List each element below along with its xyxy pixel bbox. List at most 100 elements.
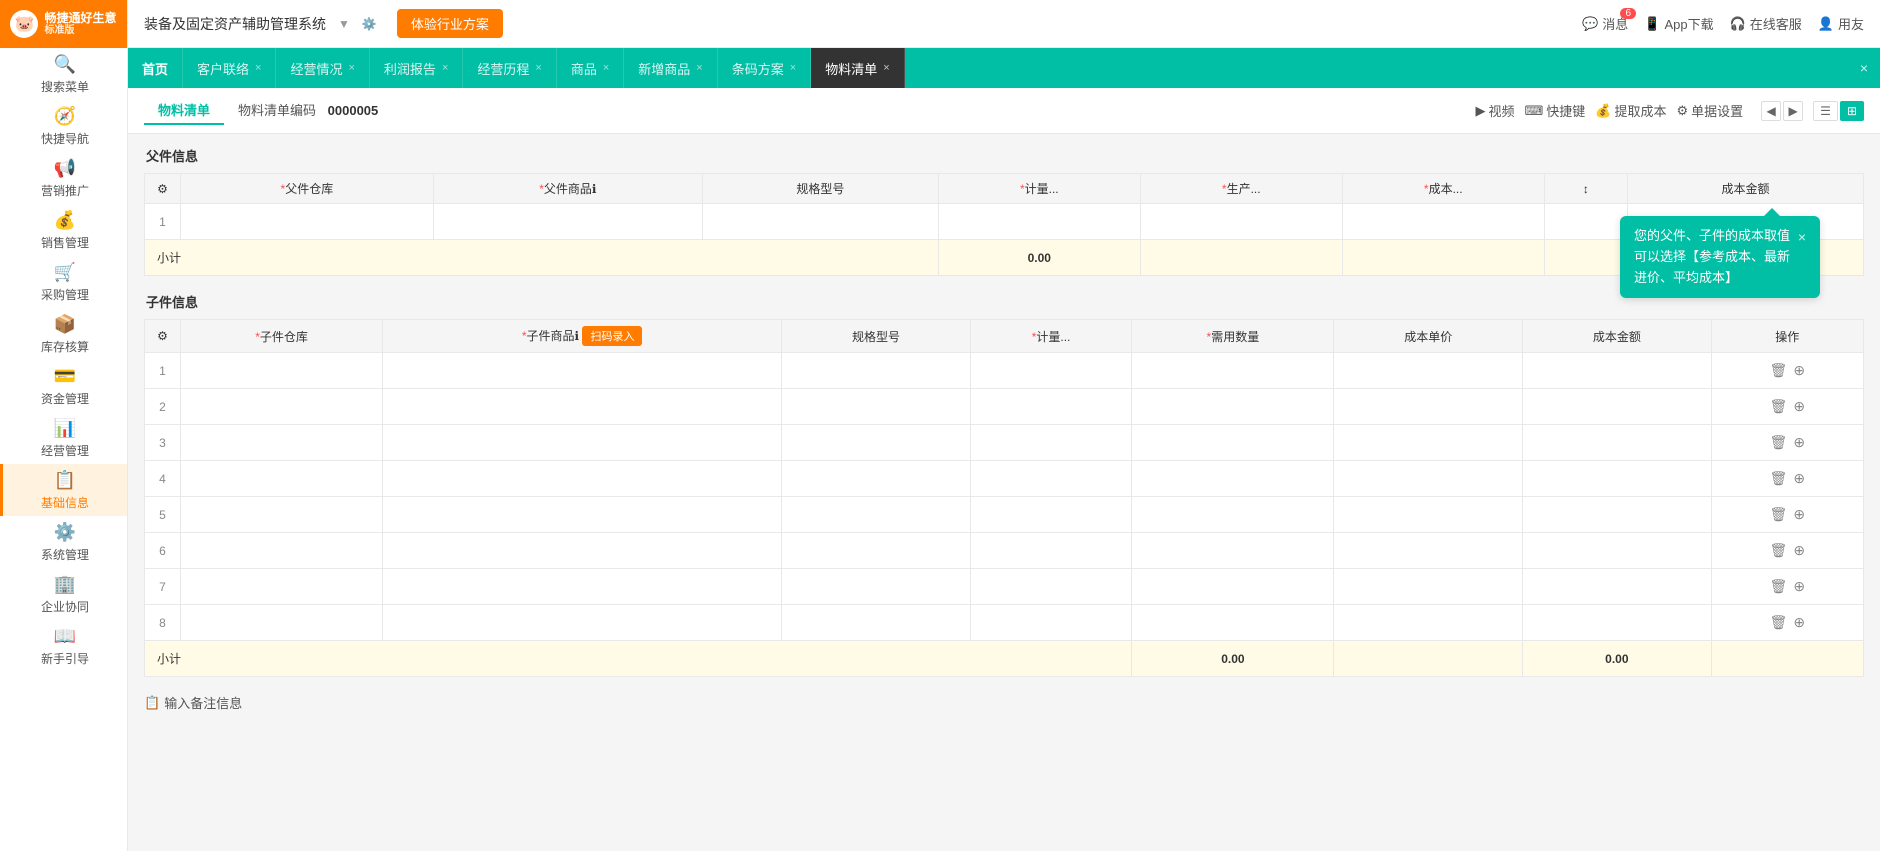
list-view-btn[interactable]: ☰ <box>1813 101 1838 121</box>
nav-tab-close-barcode[interactable]: × <box>790 62 796 74</box>
child-row-warehouse-3[interactable] <box>181 425 383 461</box>
sub-tab-bom-list[interactable]: 物料清单 <box>144 96 224 125</box>
child-row-spec-6[interactable] <box>782 533 971 569</box>
child-row-spec-2[interactable] <box>782 389 971 425</box>
nav-tab-close-operations[interactable]: × <box>348 62 354 74</box>
child-row-unit-price-1[interactable] <box>1334 353 1523 389</box>
copy-icon-4[interactable]: ⊕ <box>1793 470 1805 487</box>
child-row-goods-6[interactable] <box>383 533 782 569</box>
close-all-tabs-btn[interactable]: × <box>1848 60 1880 76</box>
child-row-quantity-7[interactable] <box>1132 569 1334 605</box>
nav-tab-close-customer[interactable]: × <box>255 62 261 74</box>
sidebar-item-search[interactable]: 🔍 搜索菜单 <box>0 48 127 100</box>
child-row-unit-price-3[interactable] <box>1334 425 1523 461</box>
child-row-spec-1[interactable] <box>782 353 971 389</box>
child-row-quantity-4[interactable] <box>1132 461 1334 497</box>
app-download-btn[interactable]: 📱 App下载 <box>1644 14 1713 33</box>
copy-icon-7[interactable]: ⊕ <box>1793 578 1805 595</box>
copy-icon-5[interactable]: ⊕ <box>1793 506 1805 523</box>
child-row-unit-3[interactable] <box>970 425 1132 461</box>
child-row-quantity-2[interactable] <box>1132 389 1334 425</box>
child-row-quantity-5[interactable] <box>1132 497 1334 533</box>
next-btn[interactable]: ▶ <box>1783 101 1803 121</box>
child-row-goods-4[interactable] <box>383 461 782 497</box>
child-row-quantity-1[interactable] <box>1132 353 1334 389</box>
child-row-goods-5[interactable] <box>383 497 782 533</box>
online-service-btn[interactable]: 🎧 在线客服 <box>1730 14 1802 33</box>
child-row-warehouse-4[interactable] <box>181 461 383 497</box>
child-row-goods-7[interactable] <box>383 569 782 605</box>
child-row-spec-3[interactable] <box>782 425 971 461</box>
child-row-goods-1[interactable] <box>383 353 782 389</box>
sidebar-item-quicknav[interactable]: 🧭 快捷导航 <box>0 100 127 152</box>
child-row-spec-4[interactable] <box>782 461 971 497</box>
nav-tab-profit[interactable]: 利润报告× <box>370 48 463 88</box>
parent-row-production-1[interactable] <box>1140 204 1342 240</box>
prev-btn[interactable]: ◀ <box>1761 101 1781 121</box>
child-row-warehouse-2[interactable] <box>181 389 383 425</box>
child-row-warehouse-8[interactable] <box>181 605 383 641</box>
delete-icon-8[interactable]: 🗑 <box>1770 614 1788 631</box>
child-row-unit-5[interactable] <box>970 497 1132 533</box>
parent-row-cost-1[interactable] <box>1342 204 1544 240</box>
sidebar-item-purchase[interactable]: 🛒 采购管理 <box>0 256 127 308</box>
child-row-warehouse-5[interactable] <box>181 497 383 533</box>
sidebar-item-guide[interactable]: 📖 新手引导 <box>0 620 127 672</box>
child-row-unit-8[interactable] <box>970 605 1132 641</box>
child-row-spec-7[interactable] <box>782 569 971 605</box>
child-row-warehouse-6[interactable] <box>181 533 383 569</box>
child-row-unit-6[interactable] <box>970 533 1132 569</box>
note-btn[interactable]: 📋 输入备注信息 <box>144 693 1864 712</box>
child-th-settings[interactable]: ⚙ <box>145 320 181 353</box>
copy-icon-3[interactable]: ⊕ <box>1793 434 1805 451</box>
child-row-unit-price-2[interactable] <box>1334 389 1523 425</box>
nav-tab-close-profit[interactable]: × <box>442 62 448 74</box>
delete-icon-6[interactable]: 🗑 <box>1770 542 1788 559</box>
nav-tab-close-bom[interactable]: × <box>883 62 889 74</box>
nav-tab-home[interactable]: 首页 <box>128 48 183 88</box>
scan-btn[interactable]: 扫码录入 <box>582 326 642 346</box>
child-row-quantity-3[interactable] <box>1132 425 1334 461</box>
nav-tab-new_goods[interactable]: 新增商品× <box>624 48 717 88</box>
parent-row-spec-1[interactable] <box>703 204 939 240</box>
shortcut-btn[interactable]: ⌨ 快捷键 <box>1525 101 1586 120</box>
child-row-warehouse-7[interactable] <box>181 569 383 605</box>
video-btn[interactable]: ▶ 视频 <box>1476 101 1515 120</box>
child-row-quantity-6[interactable] <box>1132 533 1334 569</box>
sidebar-item-system[interactable]: ⚙️ 系统管理 <box>0 516 127 568</box>
delete-icon-1[interactable]: 🗑 <box>1770 362 1788 379</box>
child-row-unit-2[interactable] <box>970 389 1132 425</box>
parent-row-unit-1[interactable] <box>938 204 1140 240</box>
child-row-goods-8[interactable] <box>383 605 782 641</box>
sidebar-item-operations[interactable]: 📊 经营管理 <box>0 412 127 464</box>
copy-icon-6[interactable]: ⊕ <box>1793 542 1805 559</box>
grid-view-btn[interactable]: ⊞ <box>1840 101 1864 121</box>
nav-tab-barcode[interactable]: 条码方案× <box>718 48 811 88</box>
user-btn[interactable]: 👤 用友 <box>1818 14 1864 33</box>
sidebar-item-inventory[interactable]: 📦 库存核算 <box>0 308 127 360</box>
copy-icon-2[interactable]: ⊕ <box>1793 398 1805 415</box>
nav-tab-close-goods[interactable]: × <box>603 62 609 74</box>
child-row-unit-4[interactable] <box>970 461 1132 497</box>
nav-tab-operations[interactable]: 经营情况× <box>276 48 369 88</box>
child-row-unit-price-4[interactable] <box>1334 461 1523 497</box>
delete-icon-5[interactable]: 🗑 <box>1770 506 1788 523</box>
child-row-goods-3[interactable] <box>383 425 782 461</box>
nav-tab-close-new_goods[interactable]: × <box>696 62 702 74</box>
delete-icon-7[interactable]: 🗑 <box>1770 578 1788 595</box>
sub-tab-bom-code[interactable]: 物料清单编码 0000005 <box>224 96 392 125</box>
sidebar-item-basic[interactable]: 📋 基础信息 <box>0 464 127 516</box>
delete-icon-4[interactable]: 🗑 <box>1770 470 1788 487</box>
child-row-unit-7[interactable] <box>970 569 1132 605</box>
child-row-goods-2[interactable] <box>383 389 782 425</box>
child-row-unit-price-6[interactable] <box>1334 533 1523 569</box>
copy-icon-8[interactable]: ⊕ <box>1793 614 1805 631</box>
message-btn[interactable]: 💬 消息 6 <box>1582 14 1628 33</box>
child-row-unit-1[interactable] <box>970 353 1132 389</box>
bill-settings-btn[interactable]: ⚙ 单据设置 <box>1677 101 1744 120</box>
nav-tab-close-history[interactable]: × <box>535 62 541 74</box>
child-row-unit-price-8[interactable] <box>1334 605 1523 641</box>
topbar-settings-icon[interactable]: ⚙️ <box>362 17 377 31</box>
delete-icon-2[interactable]: 🗑 <box>1770 398 1788 415</box>
child-row-spec-8[interactable] <box>782 605 971 641</box>
